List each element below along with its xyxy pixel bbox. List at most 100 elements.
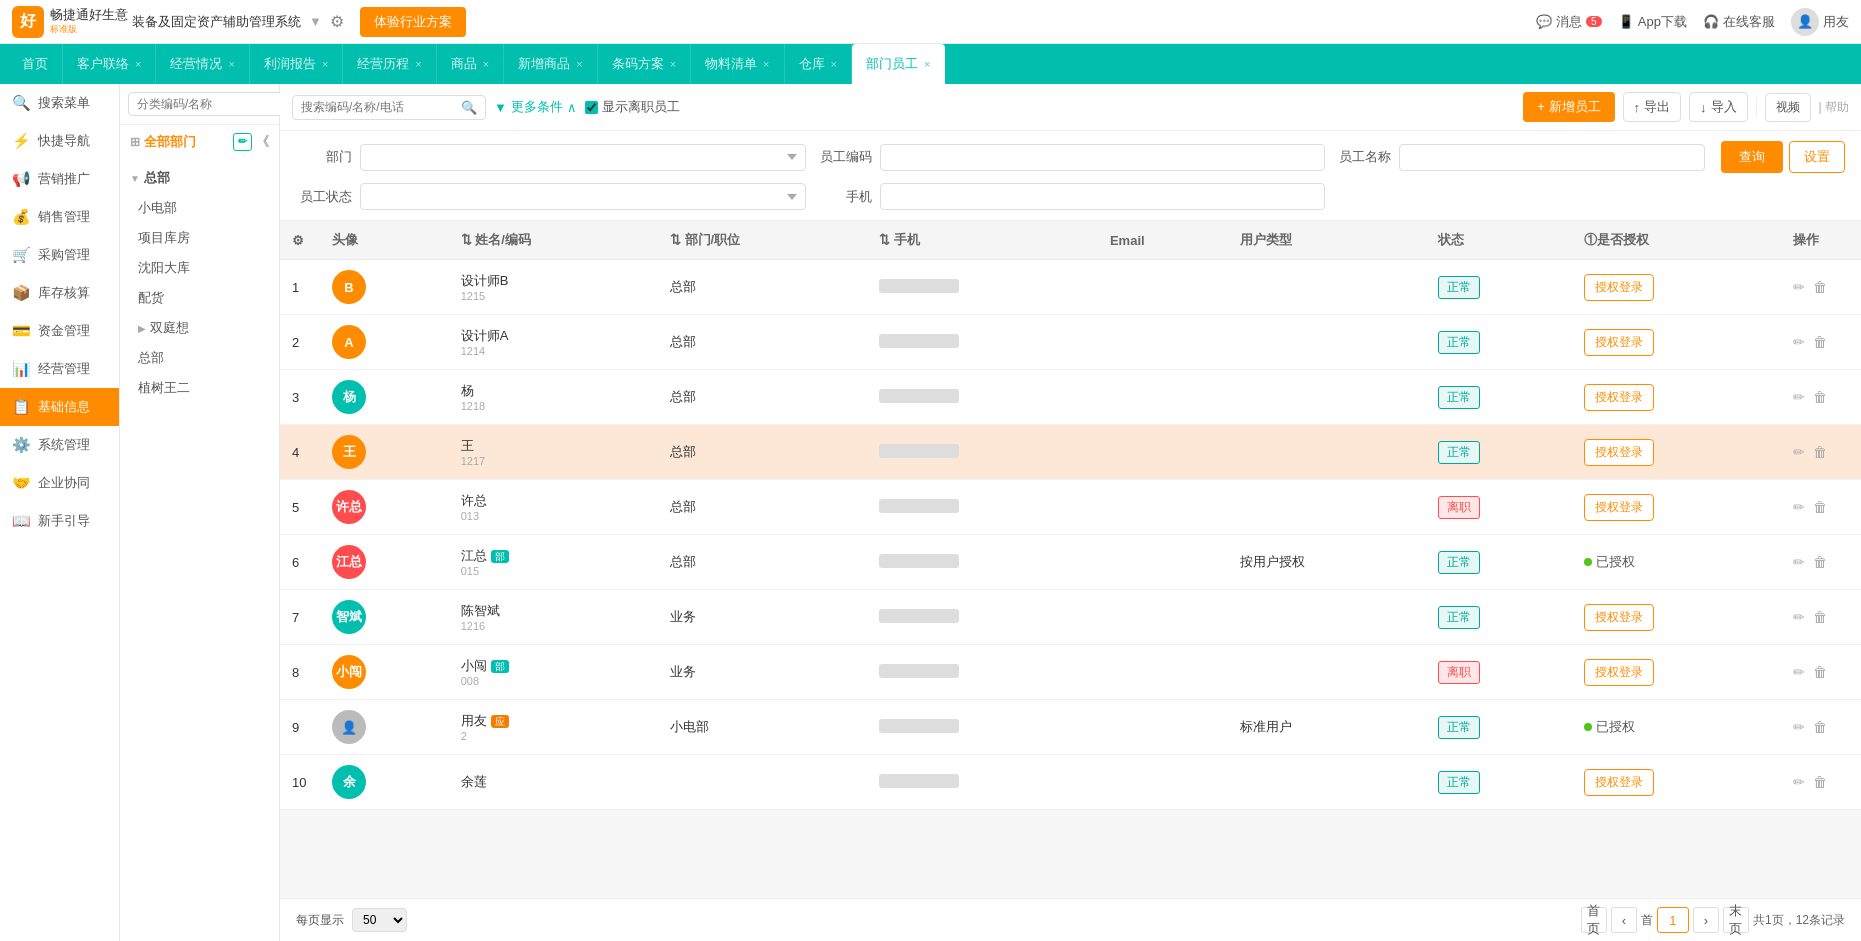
table-row[interactable]: 1 B 设计师B 1215 总部 正常 授权登录 ✏ 🗑 — [280, 260, 1861, 315]
table-row[interactable]: 8 小闯 小闯部 008 业务 离职 授权登录 ✏ 🗑 — [280, 645, 1861, 700]
filter-phone-input[interactable] — [880, 183, 1326, 210]
user-item[interactable]: 👤 用友 — [1791, 8, 1849, 36]
close-icon[interactable]: × — [322, 58, 328, 70]
dept-node-shenyang[interactable]: 沈阳大库 — [120, 253, 279, 283]
edit-icon[interactable]: ✏ — [1793, 609, 1805, 625]
dept-search-input[interactable] — [128, 92, 296, 116]
sidebar-item-快捷导航[interactable]: ⚡快捷导航 — [0, 122, 119, 160]
delete-icon[interactable]: 🗑 — [1813, 499, 1827, 515]
edit-icon[interactable]: ✏ — [1793, 499, 1805, 515]
sidebar-item-新手引导[interactable]: 📖新手引导 — [0, 502, 119, 540]
dept-collapse-icon[interactable]: 《 — [256, 133, 269, 151]
close-icon[interactable]: × — [831, 58, 837, 70]
import-button[interactable]: ↓ 导入 — [1689, 92, 1748, 122]
nav-tab-部门员工[interactable]: 部门员工 × — [852, 44, 945, 84]
delete-icon[interactable]: 🗑 — [1813, 444, 1827, 460]
edit-icon[interactable]: ✏ — [1793, 719, 1805, 735]
table-row[interactable]: 4 王 王 1217 总部 正常 授权登录 ✏ 🗑 — [280, 425, 1861, 480]
dept-node-xiangmu[interactable]: 项目库房 — [120, 223, 279, 253]
edit-icon[interactable]: ✏ — [1793, 389, 1805, 405]
sidebar-item-资金管理[interactable]: 💳资金管理 — [0, 312, 119, 350]
delete-icon[interactable]: 🗑 — [1813, 609, 1827, 625]
table-row[interactable]: 2 A 设计师A 1214 总部 正常 授权登录 ✏ 🗑 — [280, 315, 1861, 370]
edit-icon[interactable]: ✏ — [1793, 444, 1805, 460]
online-service-item[interactable]: 🎧 在线客服 — [1703, 13, 1775, 31]
table-row[interactable]: 3 杨 杨 1218 总部 正常 授权登录 ✏ 🗑 — [280, 370, 1861, 425]
dept-edit-icon[interactable]: ✏ — [233, 133, 252, 151]
delete-icon[interactable]: 🗑 — [1813, 334, 1827, 350]
close-icon[interactable]: × — [135, 58, 141, 70]
dept-node-zongbu[interactable]: 总部 — [120, 343, 279, 373]
sidebar-item-采购管理[interactable]: 🛒采购管理 — [0, 236, 119, 274]
last-page-btn[interactable]: 末 页 — [1723, 907, 1749, 933]
edit-icon[interactable]: ✏ — [1793, 664, 1805, 680]
settings-icon[interactable]: ⚙ — [330, 12, 344, 31]
reset-button[interactable]: 设置 — [1789, 141, 1845, 173]
delete-icon[interactable]: 🗑 — [1813, 664, 1827, 680]
nav-tab-商品[interactable]: 商品 × — [437, 44, 504, 84]
page-input[interactable] — [1657, 907, 1689, 933]
nav-tab-物料清单[interactable]: 物料清单 × — [691, 44, 784, 84]
auth-button[interactable]: 授权登录 — [1584, 494, 1654, 521]
nav-tab-首页[interactable]: 首页 — [8, 44, 63, 84]
more-filter-btn[interactable]: ▼ 更多条件 ∧ — [494, 98, 577, 116]
search-icon[interactable]: 🔍 — [461, 100, 477, 115]
filter-status-select[interactable] — [360, 183, 806, 210]
table-row[interactable]: 6 江总 江总部 015 总部 按用户授权 正常 已授权 ✏ 🗑 — [280, 535, 1861, 590]
auth-button[interactable]: 授权登录 — [1584, 604, 1654, 631]
nav-tab-仓库[interactable]: 仓库 × — [785, 44, 852, 84]
next-page-btn[interactable]: › — [1693, 907, 1719, 933]
table-row[interactable]: 7 智斌 陈智斌 1216 业务 正常 授权登录 ✏ 🗑 — [280, 590, 1861, 645]
auth-button[interactable]: 授权登录 — [1584, 274, 1654, 301]
delete-icon[interactable]: 🗑 — [1813, 774, 1827, 790]
table-row[interactable]: 9 👤 用友应 2 小电部 标准用户 正常 已授权 ✏ 🗑 — [280, 700, 1861, 755]
sidebar-item-基础信息[interactable]: 📋基础信息 — [0, 388, 119, 426]
trial-button[interactable]: 体验行业方案 — [360, 7, 466, 37]
sidebar-item-搜索菜单[interactable]: 🔍搜索菜单 — [0, 84, 119, 122]
close-icon[interactable]: × — [763, 58, 769, 70]
video-button[interactable]: 视频 — [1765, 93, 1811, 122]
sidebar-item-营销推广[interactable]: 📢营销推广 — [0, 160, 119, 198]
app-download-item[interactable]: 📱 App下载 — [1618, 13, 1687, 31]
table-row[interactable]: 5 许总 许总 013 总部 离职 授权登录 ✏ 🗑 — [280, 480, 1861, 535]
table-row[interactable]: 10 余 余莲 正常 授权登录 ✏ 🗑 — [280, 755, 1861, 810]
nav-tab-客户联络[interactable]: 客户联络 × — [63, 44, 156, 84]
col-settings[interactable]: ⚙ — [280, 221, 320, 260]
auth-button[interactable]: 授权登录 — [1584, 769, 1654, 796]
auth-button[interactable]: 授权登录 — [1584, 439, 1654, 466]
sidebar-item-库存核算[interactable]: 📦库存核算 — [0, 274, 119, 312]
filter-dept-select[interactable] — [360, 144, 806, 171]
sidebar-item-企业协同[interactable]: 🤝企业协同 — [0, 464, 119, 502]
close-icon[interactable]: × — [415, 58, 421, 70]
edit-icon[interactable]: ✏ — [1793, 554, 1805, 570]
col-dept[interactable]: ⇅ 部门/职位 — [658, 221, 867, 260]
close-icon[interactable]: × — [576, 58, 582, 70]
dept-node-root[interactable]: ▼ 总部 — [120, 163, 279, 193]
delete-icon[interactable]: 🗑 — [1813, 719, 1827, 735]
nav-tab-经营历程[interactable]: 经营历程 × — [343, 44, 436, 84]
message-item[interactable]: 💬 消息 5 — [1536, 13, 1602, 31]
prev-page-btn[interactable]: ‹ — [1611, 907, 1637, 933]
export-button[interactable]: ↑ 导出 — [1623, 92, 1682, 122]
dept-node-shuangling[interactable]: ▶ 双庭想 — [120, 313, 279, 343]
col-name[interactable]: ⇅ 姓名/编码 — [449, 221, 658, 260]
auth-button[interactable]: 授权登录 — [1584, 329, 1654, 356]
filter-empname-input[interactable] — [1399, 144, 1705, 171]
close-icon[interactable]: × — [924, 58, 930, 70]
filter-empcode-input[interactable] — [880, 144, 1326, 171]
dept-node-xiaodian[interactable]: 小电部 — [120, 193, 279, 223]
close-icon[interactable]: × — [670, 58, 676, 70]
edit-icon[interactable]: ✏ — [1793, 279, 1805, 295]
sidebar-item-系统管理[interactable]: ⚙️系统管理 — [0, 426, 119, 464]
sidebar-item-销售管理[interactable]: 💰销售管理 — [0, 198, 119, 236]
auth-button[interactable]: 授权登录 — [1584, 384, 1654, 411]
nav-tab-利润报告[interactable]: 利润报告 × — [250, 44, 343, 84]
dept-node-zhishu[interactable]: 植树王二 — [120, 373, 279, 403]
dept-node-peihuo[interactable]: 配货 — [120, 283, 279, 313]
delete-icon[interactable]: 🗑 — [1813, 389, 1827, 405]
close-icon[interactable]: × — [483, 58, 489, 70]
edit-icon[interactable]: ✏ — [1793, 334, 1805, 350]
query-button[interactable]: 查询 — [1721, 141, 1783, 173]
edit-icon[interactable]: ✏ — [1793, 774, 1805, 790]
page-size-select[interactable]: 50 100 200 — [352, 908, 407, 932]
